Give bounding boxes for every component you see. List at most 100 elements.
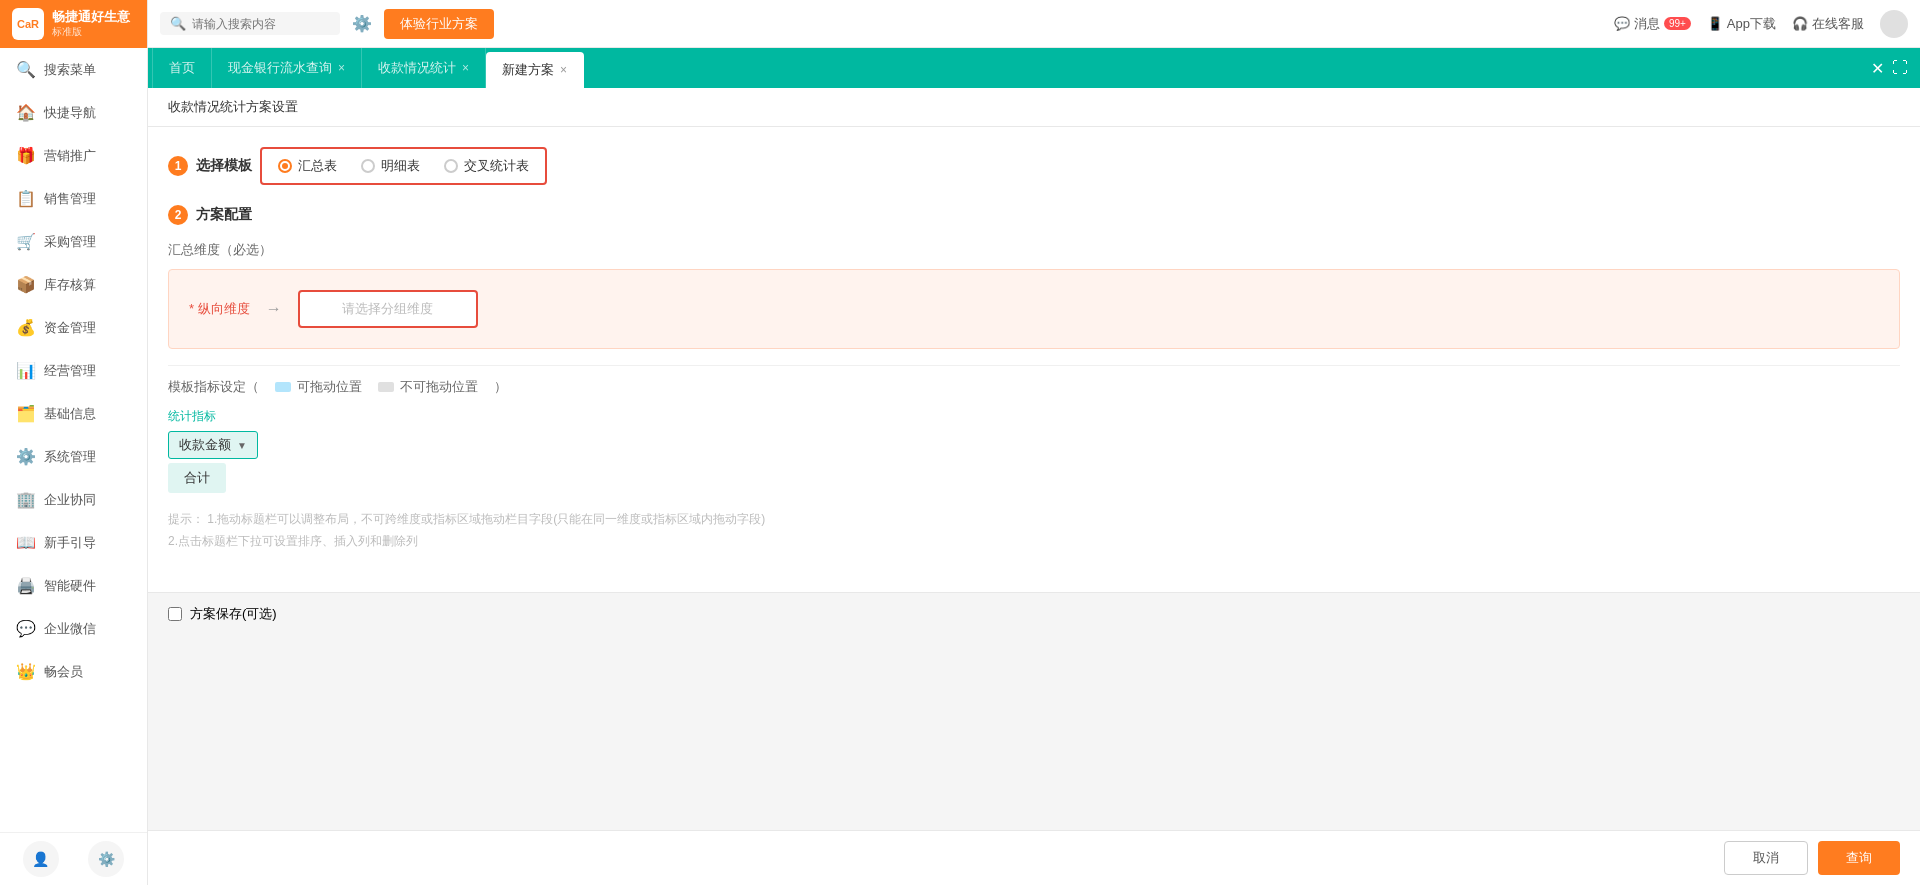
- tab-new-plan[interactable]: 新建方案 ×: [486, 52, 584, 88]
- tip-row-2: 2.点击标题栏下拉可设置排序、插入列和删除列: [168, 531, 1900, 553]
- sidebar-item-guide[interactable]: 📖 新手引导: [0, 521, 147, 564]
- sidebar-bottom-btn2[interactable]: ⚙️: [88, 841, 124, 877]
- sidebar-item-basic-info[interactable]: 🗂️ 基础信息: [0, 392, 147, 435]
- tab-receipt-stats[interactable]: 收款情况统计 ×: [362, 48, 486, 88]
- tab-bank-flow-close[interactable]: ×: [338, 61, 345, 75]
- stats-total: 合计: [168, 463, 226, 493]
- sidebar-item-finance[interactable]: 💰 资金管理: [0, 306, 147, 349]
- legend-fixed-box: [378, 382, 394, 392]
- tab-home[interactable]: 首页: [152, 48, 212, 88]
- basic-info-icon: 🗂️: [16, 404, 34, 423]
- tabbar-right: ✕ ⛶: [1871, 48, 1916, 88]
- sidebar-item-search-menu[interactable]: 🔍 搜索菜单: [0, 48, 147, 91]
- radio-crosstab-label: 交叉统计表: [464, 157, 529, 175]
- message-icon: 💬: [1614, 16, 1630, 31]
- legend-close-paren: ）: [494, 378, 507, 396]
- search-input[interactable]: [192, 17, 322, 31]
- radio-detail[interactable]: 明细表: [361, 157, 420, 175]
- sidebar-item-enterprise[interactable]: 🏢 企业协同: [0, 478, 147, 521]
- tip-text-2: 2.点击标题栏下拉可设置排序、插入列和删除列: [168, 531, 418, 553]
- tab-maximize-icon[interactable]: ⛶: [1892, 59, 1908, 77]
- sidebar-item-label: 库存核算: [44, 276, 96, 294]
- topbar: 🔍 ⚙️ 体验行业方案 💬 消息 99+ 📱 App下载 🎧 在线客服: [148, 0, 1920, 48]
- sidebar-item-smart-hw[interactable]: 🖨️ 智能硬件: [0, 564, 147, 607]
- dimension-row-label: * 纵向维度: [189, 300, 250, 318]
- stats-section: 统计指标 收款金额 ▼ 合计: [168, 408, 1900, 493]
- section-plan-config: 2 方案配置 汇总维度（必选） * 纵向维度 → 请选择分组维度 模板指: [168, 205, 1900, 552]
- notifications-btn[interactable]: 💬 消息 99+: [1614, 15, 1691, 33]
- radio-crosstab[interactable]: 交叉统计表: [444, 157, 529, 175]
- sidebar-item-label: 智能硬件: [44, 577, 96, 595]
- tips-area: 提示： 1.拖动标题栏可以调整布局，不可跨维度或指标区域拖动栏目字段(只能在同一…: [168, 509, 1900, 552]
- stats-tags: 收款金额 ▼: [168, 431, 1900, 459]
- sidebar-item-inventory[interactable]: 📦 库存核算: [0, 263, 147, 306]
- cancel-button[interactable]: 取消: [1724, 841, 1808, 875]
- radio-crosstab-circle: [444, 159, 458, 173]
- dimension-select[interactable]: 请选择分组维度: [298, 290, 478, 328]
- query-button[interactable]: 查询: [1818, 841, 1900, 875]
- legend-movable-label: 可拖动位置: [297, 378, 362, 396]
- topbar-search-box[interactable]: 🔍: [160, 12, 340, 35]
- sidebar-item-weixin[interactable]: 💬 企业微信: [0, 607, 147, 650]
- logo-icon: CaR: [12, 8, 44, 40]
- gear-icon[interactable]: ⚙️: [352, 14, 372, 33]
- trial-btn[interactable]: 体验行业方案: [384, 9, 494, 39]
- radio-summary-circle: [278, 159, 292, 173]
- tab-receipt-stats-close[interactable]: ×: [462, 61, 469, 75]
- stats-label: 统计指标: [168, 408, 1900, 425]
- section2-header: 2 方案配置: [168, 205, 1900, 225]
- legend-movable-box: [275, 382, 291, 392]
- avatar[interactable]: [1880, 10, 1908, 38]
- section2-label: 方案配置: [196, 206, 252, 224]
- stats-tag-dropdown-icon[interactable]: ▼: [237, 440, 247, 451]
- tip-text-1: 提示： 1.拖动标题栏可以调整布局，不可跨维度或指标区域拖动栏目字段(只能在同一…: [168, 509, 765, 531]
- indicators-header-text: 模板指标设定（: [168, 378, 259, 396]
- stats-tag-receipt-amount[interactable]: 收款金额 ▼: [168, 431, 258, 459]
- search-icon: 🔍: [170, 16, 186, 31]
- inventory-icon: 📦: [16, 275, 34, 294]
- app-download-btn[interactable]: 📱 App下载: [1707, 15, 1776, 33]
- tab-receipt-stats-label: 收款情况统计: [378, 59, 456, 77]
- save-section: 方案保存(可选): [148, 592, 1920, 635]
- section2-num: 2: [168, 205, 188, 225]
- radio-detail-circle: [361, 159, 375, 173]
- sidebar-item-sales[interactable]: 📋 销售管理: [0, 177, 147, 220]
- sidebar-item-label: 资金管理: [44, 319, 96, 337]
- sidebar-item-label: 新手引导: [44, 534, 96, 552]
- radio-summary[interactable]: 汇总表: [278, 157, 337, 175]
- save-checkbox[interactable]: [168, 607, 182, 621]
- tab-new-plan-close[interactable]: ×: [560, 63, 567, 77]
- tip-row-1: 提示： 1.拖动标题栏可以调整布局，不可跨维度或指标区域拖动栏目字段(只能在同一…: [168, 509, 1900, 531]
- sidebar-item-system[interactable]: ⚙️ 系统管理: [0, 435, 147, 478]
- app-download-label: App下载: [1727, 15, 1776, 33]
- dimension-arrow-icon: →: [266, 300, 282, 318]
- tab-bank-flow[interactable]: 现金银行流水查询 ×: [212, 48, 362, 88]
- logo-tag: 标准版: [52, 25, 130, 39]
- form-area: 1 选择模板 汇总表 明细表 交叉统计表: [148, 127, 1920, 592]
- marketing-icon: 🎁: [16, 146, 34, 165]
- sidebar-nav: 🔍 搜索菜单 🏠 快捷导航 🎁 营销推广 📋 销售管理 🛒 采购管理 📦 库存核…: [0, 48, 147, 832]
- sales-icon: 📋: [16, 189, 34, 208]
- indicators-header: 模板指标设定（ 可拖动位置 不可拖动位置 ）: [168, 378, 1900, 396]
- sidebar-item-marketing[interactable]: 🎁 营销推广: [0, 134, 147, 177]
- sidebar-item-label: 快捷导航: [44, 104, 96, 122]
- sidebar-item-purchase[interactable]: 🛒 采购管理: [0, 220, 147, 263]
- sidebar-item-quick-nav[interactable]: 🏠 快捷导航: [0, 91, 147, 134]
- sidebar-item-label: 系统管理: [44, 448, 96, 466]
- tab-close-all-icon[interactable]: ✕: [1871, 59, 1884, 78]
- weixin-icon: 💬: [16, 619, 34, 638]
- section1-label: 选择模板: [196, 157, 252, 175]
- sidebar-item-label: 销售管理: [44, 190, 96, 208]
- sidebar-item-member[interactable]: 👑 畅会员: [0, 650, 147, 693]
- support-icon: 🎧: [1792, 16, 1808, 31]
- sidebar-item-label: 营销推广: [44, 147, 96, 165]
- tab-home-label: 首页: [169, 59, 195, 77]
- sidebar-item-operations[interactable]: 📊 经营管理: [0, 349, 147, 392]
- legend-fixed-label: 不可拖动位置: [400, 378, 478, 396]
- online-support-btn[interactable]: 🎧 在线客服: [1792, 15, 1864, 33]
- page-title: 收款情况统计方案设置: [148, 88, 1920, 127]
- sidebar-bottom-btn1[interactable]: 👤: [23, 841, 59, 877]
- legend-movable: 可拖动位置: [275, 378, 362, 396]
- summary-dimension-title: 汇总维度（必选）: [168, 241, 1900, 259]
- tab-new-plan-label: 新建方案: [502, 61, 554, 79]
